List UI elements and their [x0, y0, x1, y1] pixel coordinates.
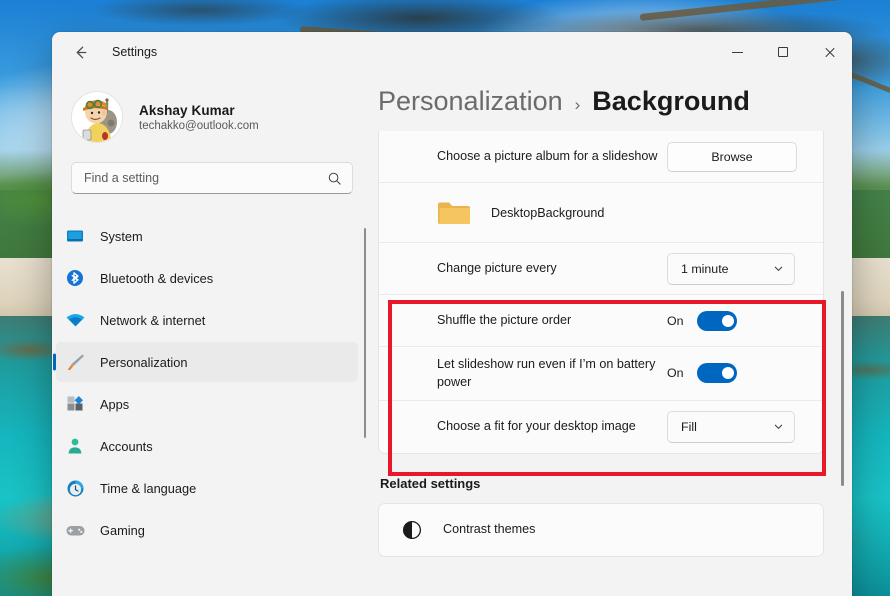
- sidebar-item-label: Network & internet: [100, 312, 206, 328]
- desktop-wallpaper: Settings Akshay Kumar techakko@outlook.c…: [0, 0, 890, 596]
- shuffle-picture-order-actions: On: [667, 310, 737, 331]
- chevron-down-icon: [773, 421, 784, 432]
- account-icon: [64, 435, 86, 457]
- profile-name: Akshay Kumar: [139, 102, 235, 118]
- back-arrow-icon: [76, 46, 86, 58]
- breadcrumb-parent[interactable]: Personalization: [378, 86, 563, 117]
- sidebar-item-label: Bluetooth & devices: [100, 270, 214, 286]
- minimize-icon: [731, 51, 743, 53]
- shuffle-picture-order-row: Shuffle the picture order On: [379, 295, 823, 347]
- battery-slideshow-row: Let slideshow run even if I’m on battery…: [379, 347, 823, 401]
- battery-state-label: On: [667, 366, 684, 381]
- folder-icon: [437, 200, 471, 226]
- sidebar-item-label: Apps: [100, 396, 130, 412]
- sidebar-item-personalization[interactable]: Personalization: [56, 342, 358, 382]
- desktop-image-fit-value: Fill: [681, 419, 697, 434]
- apps-icon: [64, 393, 86, 415]
- slideshow-card: Choose a picture album for a slideshow B…: [378, 131, 824, 454]
- picture-album-row: Choose a picture album for a slideshow B…: [379, 131, 823, 183]
- profile-text: Akshay Kumar techakko@outlook.com: [139, 103, 259, 132]
- desktop-image-fit-dropdown[interactable]: Fill: [667, 410, 795, 443]
- shuffle-picture-order-label: Shuffle the picture order: [437, 313, 572, 328]
- sidebar-item-accounts[interactable]: Accounts: [56, 426, 358, 466]
- desktop-image-fit-actions: Fill: [667, 410, 795, 443]
- search-input[interactable]: [84, 171, 327, 185]
- content-pane: Personalization › Background Choose a pi…: [372, 72, 852, 596]
- sidebar-scrollbar[interactable]: [364, 228, 366, 438]
- minimize-button[interactable]: [714, 32, 760, 72]
- clock-icon: [64, 477, 86, 499]
- shuffle-picture-order-toggle[interactable]: [696, 310, 737, 331]
- search-box[interactable]: [71, 162, 353, 194]
- breadcrumb: Personalization › Background: [378, 72, 852, 131]
- contrast-themes-label: Contrast themes: [443, 522, 536, 537]
- sidebar-item-label: Time & language: [100, 480, 197, 496]
- sidebar: Akshay Kumar techakko@outlook.com Find a…: [52, 72, 372, 596]
- change-picture-every-value: 1 minute: [681, 261, 729, 276]
- settings-window: Settings Akshay Kumar techakko@outlook.c…: [52, 32, 852, 596]
- selected-folder-row[interactable]: DesktopBackground: [379, 183, 823, 243]
- shuffle-state-label: On: [667, 313, 684, 328]
- sidebar-item-label: Personalization: [100, 354, 188, 370]
- sidebar-item-apps[interactable]: Apps: [56, 384, 358, 424]
- change-picture-every-actions: 1 minute: [667, 252, 795, 285]
- avatar: [71, 91, 123, 143]
- profile-email: techakko@outlook.com: [139, 119, 259, 132]
- user-profile[interactable]: Akshay Kumar techakko@outlook.com: [52, 72, 372, 144]
- sidebar-item-label: System: [100, 228, 143, 244]
- maximize-button[interactable]: [760, 32, 806, 72]
- bluetooth-icon: [64, 267, 86, 289]
- contrast-icon: [401, 519, 423, 541]
- brush-icon: [64, 351, 86, 373]
- window-title: Settings: [112, 45, 158, 59]
- search-icon[interactable]: [327, 171, 342, 186]
- sidebar-item-time-language[interactable]: Time & language: [56, 468, 358, 508]
- monitor-icon: [64, 225, 86, 247]
- battery-slideshow-actions: On: [667, 363, 737, 384]
- contrast-themes-row[interactable]: Contrast themes: [379, 504, 823, 556]
- folder-name: DesktopBackground: [491, 205, 605, 220]
- wifi-icon: [64, 309, 86, 331]
- back-button[interactable]: [64, 36, 96, 68]
- maximize-icon: [778, 47, 788, 57]
- close-icon: [824, 47, 835, 58]
- sidebar-item-label: Gaming: [100, 522, 145, 538]
- close-button[interactable]: [806, 32, 852, 72]
- sidebar-item-network-internet[interactable]: Network & internet: [56, 300, 358, 340]
- page-title: Background: [592, 86, 750, 116]
- picture-album-actions: Browse: [667, 141, 797, 172]
- window-caption-buttons: [714, 32, 852, 72]
- settings-scroll-area: Choose a picture album for a slideshow B…: [378, 131, 852, 596]
- change-picture-every-label: Change picture every: [437, 261, 557, 276]
- breadcrumb-separator: ›: [574, 95, 581, 114]
- change-picture-every-row: Change picture every 1 minute: [379, 243, 823, 295]
- search-container: [52, 144, 372, 194]
- related-settings-card: Contrast themes: [378, 502, 824, 557]
- window-body: Akshay Kumar techakko@outlook.com Find a…: [52, 72, 852, 596]
- content-scrollbar[interactable]: [841, 291, 844, 486]
- sidebar-nav: System Bluetooth & devices Network & int…: [52, 216, 372, 596]
- desktop-image-fit-row: Choose a fit for your desktop image Fill: [379, 401, 823, 453]
- related-settings-heading: Related settings: [380, 475, 481, 491]
- gamepad-icon: [64, 519, 86, 541]
- battery-slideshow-label: Let slideshow run even if I’m on battery…: [437, 357, 656, 390]
- picture-album-label: Choose a picture album for a slideshow: [437, 149, 658, 164]
- sidebar-item-label: Accounts: [100, 438, 153, 454]
- desktop-image-fit-label: Choose a fit for your desktop image: [437, 419, 636, 434]
- chevron-down-icon: [773, 263, 784, 274]
- sidebar-item-gaming[interactable]: Gaming: [56, 510, 358, 550]
- sidebar-item-bluetooth-devices[interactable]: Bluetooth & devices: [56, 258, 358, 298]
- change-picture-every-dropdown[interactable]: 1 minute: [667, 252, 795, 285]
- user-avatar-illustration: [72, 92, 122, 142]
- sidebar-item-system[interactable]: System: [56, 216, 358, 256]
- browse-button[interactable]: Browse: [667, 141, 797, 172]
- window-titlebar: Settings: [52, 32, 852, 72]
- battery-slideshow-toggle[interactable]: [696, 363, 737, 384]
